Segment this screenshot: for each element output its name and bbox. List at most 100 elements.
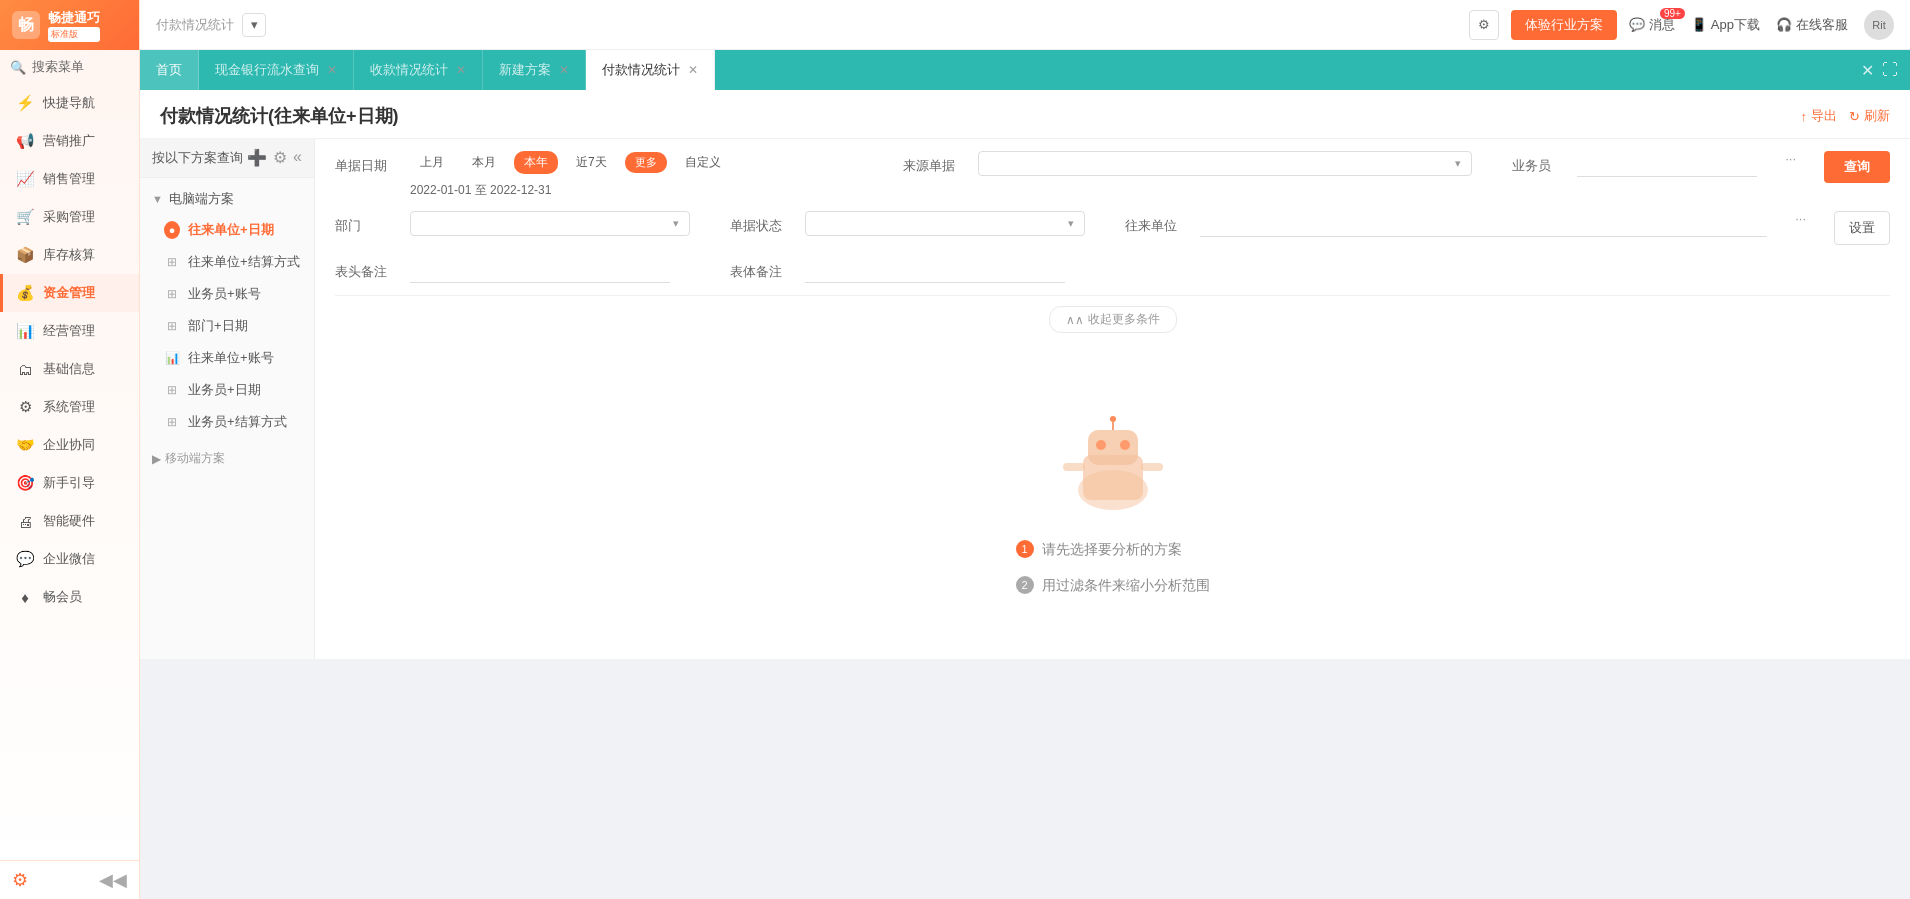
scheme-table-icon-5: ⊞ [164,382,180,398]
refresh-btn[interactable]: ↻ 刷新 [1849,107,1890,125]
page-title-row: 付款情况统计(往来单位+日期) ↑ 导出 ↻ 刷新 [140,90,1910,138]
sidebar-item-quicknav[interactable]: ⚡ 快捷导航 [0,84,139,122]
query-area: 单据日期 上月 本月 本年 近7天 更多 自定义 2022-01-01 至 20… [315,138,1910,659]
scheme-item-5[interactable]: ⊞ 业务员+日期 [140,374,314,406]
sidebar-item-finance[interactable]: 💰 资金管理 [0,274,139,312]
sidebar-item-collab[interactable]: 🤝 企业协同 [0,426,139,464]
sidebar-item-inventory[interactable]: 📦 库存核算 [0,236,139,274]
sidebar-item-system[interactable]: ⚙ 系统管理 [0,388,139,426]
scheme-mobile-group[interactable]: ▶ 移动端方案 [140,444,314,471]
search-menu[interactable]: 🔍 搜索菜单 [0,50,139,84]
date-more[interactable]: 更多 [625,152,667,173]
online-service-btn[interactable]: 🎧 在线客服 [1776,16,1848,34]
collapse-area: ∧∧ 收起更多条件 [335,295,1890,343]
sidebar-item-wechat[interactable]: 💬 企业微信 [0,540,139,578]
message-btn[interactable]: 💬 消息 99+ [1629,16,1675,34]
date-last-month[interactable]: 上月 [410,151,454,174]
tab-cash-bank[interactable]: 现金银行流水查询 ✕ [199,50,354,90]
scheme-item-6[interactable]: ⊞ 业务员+结算方式 [140,406,314,438]
tab-receipt-stats-close[interactable]: ✕ [456,63,466,77]
tab-home[interactable]: 首页 [140,50,199,90]
scheme-sidebar: 按以下方案查询 ➕ ⚙ « ▼ 电脑端方案 [140,138,315,659]
dept-dropdown-icon: ▾ [673,217,679,230]
sidebar-item-member[interactable]: ♦ 畅会员 [0,578,139,616]
sidebar-collapse-icon[interactable]: ◀◀ [99,869,127,891]
sales-icon: 📈 [15,170,35,188]
scheme-item-0[interactable]: ● 往来单位+日期 [140,214,314,246]
sidebar: 畅 畅捷通巧 标准版 🔍 搜索菜单 ⚡ 快捷导航 📢 营销推广 📈 销售管理 🛒… [0,0,140,899]
tab-cash-bank-close[interactable]: ✕ [327,63,337,77]
status-select[interactable]: ▾ [805,211,1085,236]
page-title-actions: ↑ 导出 ↻ 刷新 [1801,107,1891,125]
scheme-table-icon-1: ⊞ [164,254,180,270]
empty-state: 1 请先选择要分析的方案 2 用过滤条件来缩小分析范围 [315,355,1910,659]
user-avatar[interactable]: Rit [1864,10,1894,40]
partner-dots[interactable]: ··· [1787,211,1814,226]
tab-new-scheme-close[interactable]: ✕ [559,63,569,77]
date-this-month[interactable]: 本月 [462,151,506,174]
date-this-year[interactable]: 本年 [514,151,558,174]
salesman-dots[interactable]: ··· [1777,151,1804,166]
filter-row-1: 单据日期 上月 本月 本年 近7天 更多 自定义 2022-01-01 至 20… [335,151,1890,199]
scheme-item-4[interactable]: 📊 往来单位+账号 [140,342,314,374]
dept-select[interactable]: ▾ [410,211,690,236]
system-icon: ⚙ [15,398,35,416]
sidebar-item-sales[interactable]: 📈 销售管理 [0,160,139,198]
sidebar-item-hardware[interactable]: 🖨 智能硬件 [0,502,139,540]
tab-receipt-stats[interactable]: 收款情况统计 ✕ [354,50,483,90]
header-settings-btn[interactable]: ⚙ [1469,10,1499,40]
query-btn[interactable]: 查询 [1824,151,1890,183]
status-dropdown-icon: ▾ [1068,217,1074,230]
svg-point-4 [1120,440,1130,450]
scheme-chart-icon-4: 📊 [164,350,180,366]
source-select[interactable]: ▾ [978,151,1473,176]
filter-section: 单据日期 上月 本月 本年 近7天 更多 自定义 2022-01-01 至 20… [315,138,1910,355]
tab-expand-btn[interactable]: ⛶ [1882,61,1898,79]
hardware-icon: 🖨 [15,513,35,530]
scheme-table-icon-3: ⊞ [164,318,180,334]
sidebar-item-operations[interactable]: 📊 经营管理 [0,312,139,350]
export-btn[interactable]: ↑ 导出 [1801,107,1838,125]
scheme-desktop-header[interactable]: ▼ 电脑端方案 [140,184,314,214]
head-note-input[interactable] [410,257,670,283]
sidebar-item-purchase[interactable]: 🛒 采购管理 [0,198,139,236]
scheme-header-actions: ➕ ⚙ « [247,148,302,167]
logo-icon: 畅 [12,11,40,39]
app-icon: 📱 [1691,17,1707,32]
scheme-collapse-btn[interactable]: « [293,148,302,167]
date-custom[interactable]: 自定义 [675,151,731,174]
scheme-desktop-group: ▼ 电脑端方案 ● 往来单位+日期 ⊞ 往来单位+结算方式 [140,178,314,444]
sidebar-item-guide[interactable]: 🎯 新手引导 [0,464,139,502]
app-download-btn[interactable]: 📱 App下载 [1691,16,1760,34]
logo-text: 畅捷通巧 标准版 [48,9,100,42]
page-content: 付款情况统计(往来单位+日期) ↑ 导出 ↻ 刷新 [140,90,1910,899]
settings-btn[interactable]: 设置 [1834,211,1890,245]
scheme-item-2[interactable]: ⊞ 业务员+账号 [140,278,314,310]
source-dropdown-icon: ▾ [1455,157,1461,170]
body-note-input[interactable] [805,257,1065,283]
sidebar-item-basic[interactable]: 🗂 基础信息 [0,350,139,388]
tab-bar: 首页 现金银行流水查询 ✕ 收款情况统计 ✕ 新建方案 ✕ 付款情况统计 ✕ ✕… [140,50,1910,90]
partner-input[interactable] [1200,211,1767,237]
service-icon: 🎧 [1776,17,1792,32]
tab-close-all-btn[interactable]: ✕ [1861,61,1874,80]
empty-robot-icon [1053,415,1173,515]
breadcrumb-dropdown[interactable]: ▾ [242,13,266,37]
date-7days[interactable]: 近7天 [566,151,617,174]
scheme-item-3[interactable]: ⊞ 部门+日期 [140,310,314,342]
tab-new-scheme[interactable]: 新建方案 ✕ [483,50,586,90]
empty-tip-2: 2 用过滤条件来缩小分析范围 [1016,571,1210,599]
salesman-input[interactable] [1577,151,1757,177]
filter-row-2: 部门 ▾ 单据状态 ▾ 往来单位 [335,211,1890,245]
scheme-item-1[interactable]: ⊞ 往来单位+结算方式 [140,246,314,278]
sidebar-settings-icon[interactable]: ⚙ [12,869,28,891]
scheme-add-btn[interactable]: ➕ [247,148,267,167]
sidebar-item-marketing[interactable]: 📢 营销推广 [0,122,139,160]
scheme-settings-btn[interactable]: ⚙ [273,148,287,167]
filter-date-options: 上月 本月 本年 近7天 更多 自定义 2022-01-01 至 2022-12… [410,151,883,199]
collapse-btn[interactable]: ∧∧ 收起更多条件 [1049,306,1177,333]
tab-payment-stats[interactable]: 付款情况统计 ✕ [586,50,715,90]
trial-btn[interactable]: 体验行业方案 [1511,10,1617,40]
tab-payment-stats-close[interactable]: ✕ [688,63,698,77]
scheme-sidebar-header: 按以下方案查询 ➕ ⚙ « [140,138,314,178]
